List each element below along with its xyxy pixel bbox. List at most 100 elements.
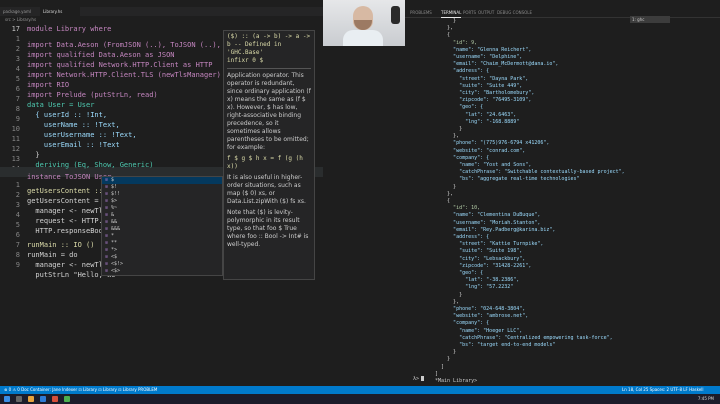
code-line[interactable]: import qualified Data.Aeson as JSON (27, 50, 175, 60)
suggestion-label: %~ (111, 205, 118, 211)
terminal-prompt[interactable]: λ> (413, 376, 425, 382)
suggestion-item[interactable]: ⊙ <$> (102, 268, 222, 275)
status-left[interactable]: ⊗ 0 ⚠ 0 Doc Container: Jane Indexer ⊡ Li… (4, 386, 157, 394)
code-line[interactable]: import Data.Aeson (FromJSON (..), ToJSON… (27, 40, 246, 50)
suggestion-item[interactable]: ⊙ $ (102, 177, 222, 184)
operator-icon: ⊙ (105, 226, 109, 232)
suggestion-label: ** (111, 240, 118, 246)
operator-icon: ⊙ (105, 261, 109, 267)
code-line[interactable]: data User = User (27, 100, 94, 110)
folder-icon[interactable] (28, 396, 34, 402)
suggestion-item[interactable]: ⊙ $> (102, 198, 222, 205)
code-line[interactable]: import qualified Network.HTTP.Client as … (27, 60, 212, 70)
terminal-selector[interactable]: 1: ghc (630, 16, 670, 23)
operator-icon: ⊙ (105, 184, 109, 190)
code-line[interactable]: import RIO (27, 80, 69, 90)
terminal-cursor (421, 376, 425, 381)
suggestion-item[interactable]: ⊙ $!! (102, 191, 222, 198)
line-number: 5 (15, 75, 20, 83)
code-line[interactable]: import Network.HTTP.Client.TLS (newTlsMa… (27, 70, 221, 80)
start-icon[interactable] (4, 396, 10, 402)
suggestion-item[interactable]: ⊙ *> (102, 247, 222, 254)
terminal-window: PROBLEMS TERMINAL PORTS OUTPUT DEBUG CON… (405, 0, 720, 404)
suggestion-label: <$ (111, 254, 118, 260)
line-number: 11 (11, 135, 20, 143)
suggestion-label: & (111, 212, 115, 218)
code-line[interactable]: userEmail :: !Text (27, 140, 120, 150)
operator-icon: ⊙ (105, 219, 109, 225)
line-number: 1 (15, 181, 20, 189)
line-number: 6 (15, 85, 20, 93)
line-number: 8 (15, 251, 20, 259)
line-number: 4 (15, 65, 20, 73)
suggestion-label: * (111, 233, 115, 239)
browser-icon[interactable] (52, 396, 58, 402)
suggestion-item[interactable]: ⊙ & (102, 212, 222, 219)
line-number: 9 (15, 261, 20, 269)
webcam-overlay (323, 0, 405, 46)
line-number: 1 (15, 35, 20, 43)
code-line[interactable]: { userId :: !Int, (27, 110, 107, 120)
operator-icon: ⊙ (105, 205, 109, 211)
tab-output[interactable]: OUTPUT (478, 7, 494, 18)
operator-icon: ⊙ (105, 240, 109, 246)
suggestion-item[interactable]: ⊙ &&& (102, 226, 222, 233)
code-line[interactable]: module Library where (27, 24, 111, 34)
suggestion-item[interactable]: ⊙ <$!> (102, 261, 222, 268)
suggestion-label: && (111, 219, 118, 225)
operator-icon: ⊙ (105, 233, 109, 239)
suggestion-item[interactable]: ⊙ %~ (102, 205, 222, 212)
line-number: 8 (15, 105, 20, 113)
hover-paragraph-1: Application operator. This operator is r… (227, 72, 311, 151)
hover-doc-popup: ($) :: (a -> b) -> a -> b -- Defined in … (223, 30, 315, 280)
suggestion-label: $!! (111, 191, 121, 197)
code-line[interactable]: userUsername :: !Text, (27, 130, 137, 140)
status-bar: ⊗ 0 ⚠ 0 Doc Container: Jane Indexer ⊡ Li… (0, 386, 720, 394)
operator-icon: ⊙ (105, 191, 109, 197)
clock: 7:45 PM (697, 396, 714, 401)
code-line[interactable]: getUsersContent = do (27, 196, 111, 206)
taskbar: 7:45 PM (0, 394, 720, 404)
suggestion-label: $ (111, 177, 115, 183)
tab-ports[interactable]: PORTS (463, 7, 476, 18)
vscode-icon[interactable] (40, 396, 46, 402)
code-line[interactable]: runMain = do (27, 250, 78, 260)
operator-icon: ⊙ (105, 212, 109, 218)
window-gap (323, 46, 405, 386)
suggestion-label: $> (111, 198, 118, 204)
code-line[interactable]: userName :: !Text, (27, 120, 120, 130)
tab-library-hs[interactable]: Library.hs (40, 7, 80, 16)
terminal-app-icon[interactable] (64, 396, 70, 402)
suggestion-label: &&& (111, 226, 121, 232)
line-number: 3 (15, 55, 20, 63)
hover-example: f $ g $ h x = f (g (h x)) (227, 155, 303, 170)
terminal-line: "bs": "aggregate real-time technologies" (435, 176, 580, 183)
suggestion-label: *> (111, 247, 118, 253)
tab-terminal[interactable]: TERMINAL (441, 7, 462, 18)
suggestion-item[interactable]: ⊙ $! (102, 184, 222, 191)
suggestion-item[interactable]: ⊙ * (102, 233, 222, 240)
code-line[interactable]: import Prelude (putStrLn, read) (27, 90, 158, 100)
search-icon[interactable] (16, 396, 22, 402)
status-right[interactable]: Ln 18, Col 25 Spaces: 2 UTF-8 LF Haskell (622, 386, 704, 394)
code-line[interactable]: } (27, 150, 39, 160)
suggestion-label: <$> (111, 268, 121, 274)
breadcrumb[interactable]: src > Library.hs (0, 16, 323, 23)
suggestion-item[interactable]: ⊙ && (102, 219, 222, 226)
terminal-line: *Main Library> (435, 378, 478, 384)
line-number: 4 (15, 211, 20, 219)
operator-icon: ⊙ (105, 198, 109, 204)
tab-package-yaml[interactable]: package.yaml (0, 7, 40, 16)
suggestion-item[interactable]: ⊙ ** (102, 240, 222, 247)
line-number: 13 (11, 155, 20, 163)
code-line[interactable]: runMain :: IO () (27, 240, 94, 250)
tab-debug-console[interactable]: DEBUG CONSOLE (497, 7, 532, 18)
line-number: 3 (15, 201, 20, 209)
code-line[interactable]: deriving (Eq, Show, Generic) (27, 160, 153, 170)
tab-problems[interactable]: PROBLEMS (410, 7, 432, 18)
line-number: 12 (11, 145, 20, 153)
hover-signature: ($) :: (a -> b) -> a -> b -- Defined in … (227, 33, 311, 56)
line-number: 5 (15, 221, 20, 229)
suggestion-item[interactable]: ⊙ <$ (102, 254, 222, 261)
operator-icon: ⊙ (105, 254, 109, 260)
